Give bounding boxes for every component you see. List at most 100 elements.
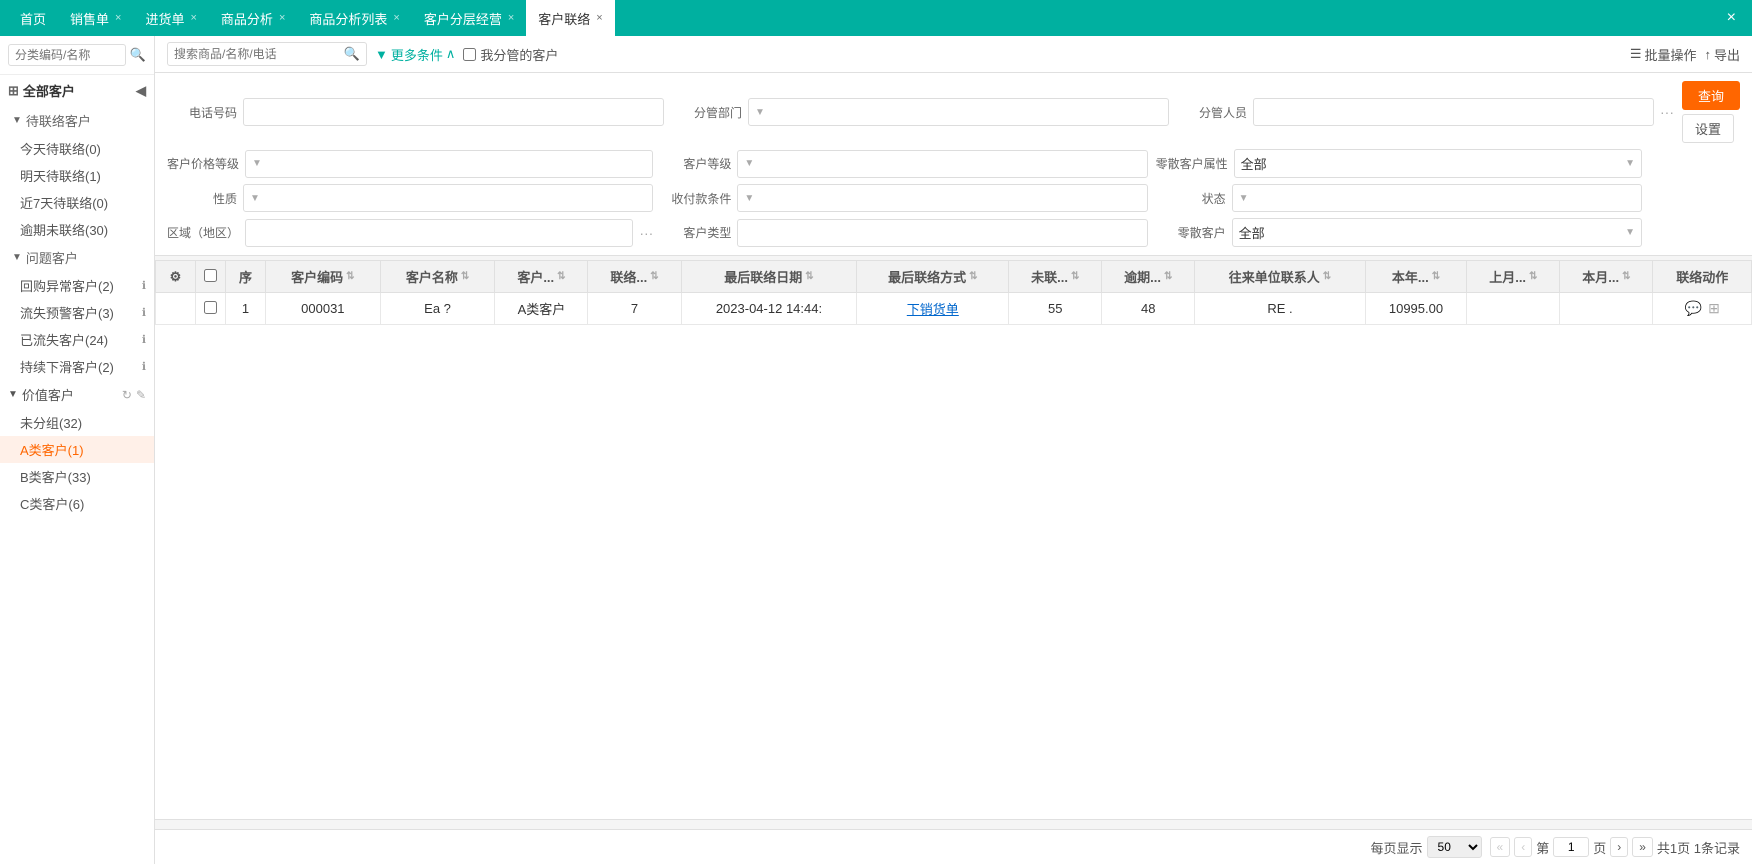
filter-price-level-select[interactable]: ▼ [245, 150, 653, 178]
sidebar-item-a-customers[interactable]: A类客户(1) [0, 436, 154, 463]
col-overdue[interactable]: 逾期...⇅ [1102, 261, 1195, 293]
page-size-wrap: 每页显示 50 100 200 [1371, 836, 1482, 858]
first-page-btn[interactable]: « [1490, 837, 1511, 857]
col-not-contacted[interactable]: 未联...⇅ [1009, 261, 1102, 293]
sidebar-search-icon[interactable]: 🔍 [130, 47, 146, 63]
col-contact-person[interactable]: 往来单位联系人⇅ [1195, 261, 1365, 293]
settings-button[interactable]: 设置 [1682, 114, 1734, 143]
filter-search-icon[interactable]: 🔍 [344, 46, 360, 62]
filter-nature-select[interactable]: ▼ [243, 184, 653, 212]
select-all-checkbox[interactable] [204, 269, 217, 282]
sidebar-item-c-customers[interactable]: C类客户(6) [0, 490, 154, 517]
nav-purchase-order[interactable]: 进货单 × [133, 0, 208, 36]
query-button[interactable]: 查询 [1682, 81, 1740, 110]
row-this-month [1560, 293, 1653, 325]
sidebar-item-b-customers[interactable]: B类客户(33) [0, 463, 154, 490]
more-conditions-btn[interactable]: ▼ 更多条件 ∧ [375, 45, 455, 64]
nav-customer-segmentation-close[interactable]: × [508, 12, 514, 24]
filter-region-input[interactable] [245, 219, 633, 247]
sidebar-item-churn-warning[interactable]: 流失预警客户(3) ℹ [0, 299, 154, 326]
refresh-icon[interactable]: ↻ [122, 388, 132, 402]
col-this-year[interactable]: 本年...⇅ [1365, 261, 1467, 293]
collapse-all-customers-icon[interactable]: ◀ [136, 83, 146, 99]
sidebar-group-value-customers[interactable]: ▼ 价值客户 ↻ ✎ [0, 380, 154, 409]
row-checkbox[interactable] [204, 301, 217, 314]
filter-status: 状态 ▼ [1156, 184, 1642, 212]
grid-icon: ⊞ [8, 83, 19, 99]
export-button[interactable]: ↑ 导出 [1704, 45, 1740, 64]
filter-region-dots[interactable]: ··· [639, 225, 653, 241]
sidebar-item-7day-contact[interactable]: 近7天待联络(0) [0, 189, 154, 216]
batch-op-button[interactable]: ☰ 批量操作 [1630, 45, 1697, 64]
nav-product-analysis-list-close[interactable]: × [393, 12, 399, 24]
action-more-icon[interactable]: ⊞ [1708, 300, 1720, 317]
row-last-month [1467, 293, 1560, 325]
col-last-contact-date[interactable]: 最后联络日期⇅ [681, 261, 857, 293]
filter-customer-type-input[interactable] [737, 219, 1147, 247]
filter-retail-customer-select[interactable]: 全部 ▼ [1232, 218, 1642, 247]
filter-manager-input[interactable] [1253, 98, 1654, 126]
col-this-month[interactable]: 本月...⇅ [1560, 261, 1653, 293]
filter-price-level-label: 客户价格等级 [167, 155, 239, 172]
help-icon-1[interactable]: ℹ [142, 279, 146, 292]
sidebar-item-tomorrow-contact[interactable]: 明天待联络(1) [0, 162, 154, 189]
nav-customer-contact-close[interactable]: × [596, 12, 602, 24]
nav-customer-contact[interactable]: 客户联络 × [526, 0, 614, 36]
filter-retail-property-select[interactable]: 全部 ▼ [1234, 149, 1642, 178]
sidebar: 🔍 ⊞ 全部客户 ◀ ▼ 待联络客户 今天待联络(0) 明天待联络(1) 近7天… [0, 36, 155, 864]
horizontal-scrollbar[interactable] [155, 819, 1752, 829]
nav-sales-order[interactable]: 销售单 × [58, 0, 133, 36]
filter-dept-select[interactable]: ▼ [748, 98, 1169, 126]
chevron-retail-customer: ▼ [1625, 227, 1635, 238]
filter-right-actions: ☰ 批量操作 ↑ 导出 [1630, 45, 1740, 64]
next-page-btn[interactable]: › [1610, 837, 1628, 857]
table-header-row: ⚙ 序 客户编码⇅ 客户名称⇅ 客户...⇅ [156, 261, 1752, 293]
row-last-contact-method[interactable]: 下销货单 [857, 293, 1009, 325]
triangle-icon-2: ▼ [12, 252, 22, 263]
nav-purchase-order-close[interactable]: × [190, 12, 196, 24]
col-customer-type[interactable]: 客户...⇅ [495, 261, 588, 293]
filter-row-1: 电话号码 分管部门 ▼ 分管人员 ··· 查询 设置 [167, 81, 1740, 143]
sidebar-item-repurchase-abnormal[interactable]: 回购异常客户(2) ℹ [0, 272, 154, 299]
filter-search-input[interactable] [174, 47, 344, 61]
nav-sales-order-close[interactable]: × [115, 12, 121, 24]
table-row: 1 000031 Ea ? A类客户 7 2023-04-12 14:44: 下… [156, 293, 1752, 325]
sidebar-item-ungrouped[interactable]: 未分组(32) [0, 409, 154, 436]
page-number-input[interactable] [1553, 837, 1589, 857]
sidebar-item-lost-customers[interactable]: 已流失客户(24) ℹ [0, 326, 154, 353]
action-message-icon[interactable]: 💬 [1685, 300, 1702, 317]
filter-status-select[interactable]: ▼ [1232, 184, 1642, 212]
sidebar-item-today-contact[interactable]: 今天待联络(0) [0, 135, 154, 162]
nav-customer-segmentation[interactable]: 客户分层经营 × [412, 0, 526, 36]
col-customer-code[interactable]: 客户编码⇅ [266, 261, 381, 293]
prev-page-btn[interactable]: ‹ [1514, 837, 1532, 857]
help-icon-3[interactable]: ℹ [142, 333, 146, 346]
filter-manager-dots[interactable]: ··· [1660, 104, 1674, 120]
col-customer-name[interactable]: 客户名称⇅ [380, 261, 495, 293]
filter-payment-select[interactable]: ▼ [737, 184, 1147, 212]
last-page-btn[interactable]: » [1632, 837, 1653, 857]
col-last-contact-method[interactable]: 最后联络方式⇅ [857, 261, 1009, 293]
nav-product-analysis[interactable]: 商品分析 × [209, 0, 297, 36]
sidebar-item-overdue-contact[interactable]: 逾期未联络(30) [0, 216, 154, 243]
col-contacts[interactable]: 联络...⇅ [588, 261, 681, 293]
nav-product-analysis-list[interactable]: 商品分析列表 × [297, 0, 411, 36]
nav-product-analysis-close[interactable]: × [279, 12, 285, 24]
help-icon-2[interactable]: ℹ [142, 306, 146, 319]
sidebar-group-problem-customers[interactable]: ▼ 问题客户 [0, 243, 154, 272]
col-settings[interactable]: ⚙ [156, 261, 196, 293]
page-size-select[interactable]: 50 100 200 [1427, 836, 1482, 858]
sidebar-search-input[interactable] [8, 44, 126, 66]
sidebar-item-declining-customers[interactable]: 持续下滑客户(2) ℹ [0, 353, 154, 380]
nav-close-all[interactable]: × [1719, 9, 1744, 27]
my-customers-checkbox[interactable] [463, 48, 476, 61]
filter-phone-input[interactable] [243, 98, 664, 126]
filter-manager: 分管人员 ··· [1177, 98, 1674, 126]
col-last-month[interactable]: 上月...⇅ [1467, 261, 1560, 293]
nav-home[interactable]: 首页 [8, 0, 58, 36]
help-icon-4[interactable]: ℹ [142, 360, 146, 373]
col-action: 联络动作 [1653, 261, 1752, 293]
sidebar-group-pending-contact[interactable]: ▼ 待联络客户 [0, 106, 154, 135]
filter-customer-level-select[interactable]: ▼ [737, 150, 1147, 178]
edit-icon[interactable]: ✎ [136, 388, 146, 402]
